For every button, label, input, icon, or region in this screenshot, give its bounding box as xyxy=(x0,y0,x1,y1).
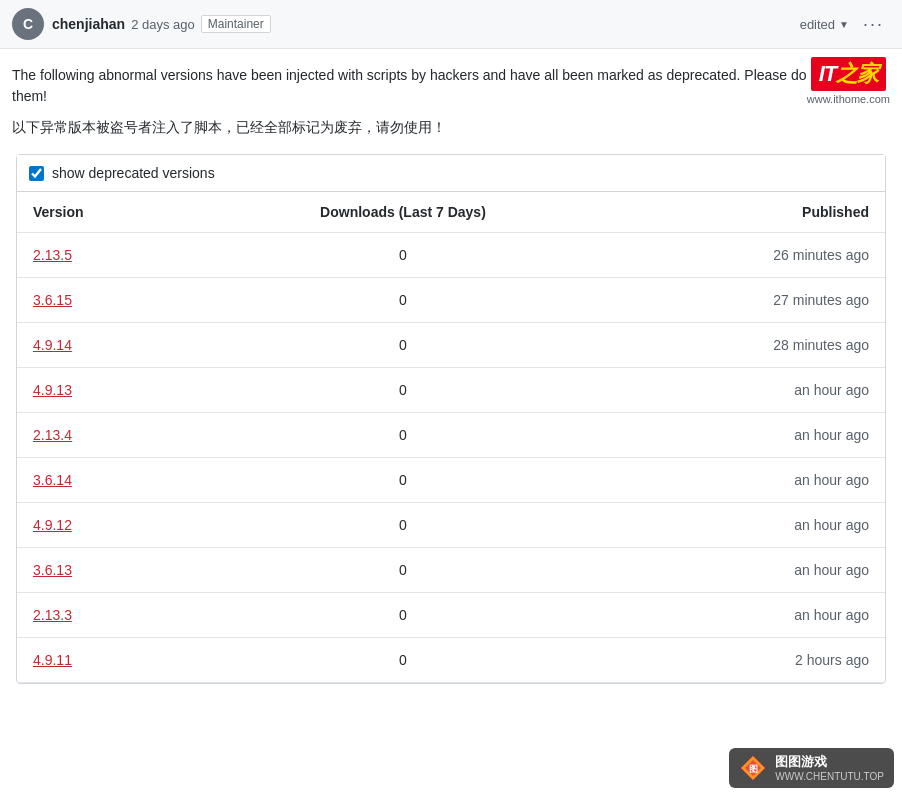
version-cell: 4.9.12 xyxy=(17,503,193,548)
published-cell: 26 minutes ago xyxy=(613,233,885,278)
avatar: C xyxy=(12,8,44,40)
published-cell: 28 minutes ago xyxy=(613,323,885,368)
header-right: edited ▼ ··· xyxy=(800,12,890,37)
downloads-cell: 0 xyxy=(193,323,614,368)
versions-section: show deprecated versions Version Downloa… xyxy=(16,154,886,684)
show-deprecated-checkbox[interactable] xyxy=(29,166,44,181)
downloads-cell: 0 xyxy=(193,368,614,413)
published-cell: 2 hours ago xyxy=(613,638,885,683)
timestamp: 2 days ago xyxy=(131,17,195,32)
downloads-cell: 0 xyxy=(193,233,614,278)
published-cell: an hour ago xyxy=(613,503,885,548)
downloads-cell: 0 xyxy=(193,458,614,503)
version-cell: 2.13.5 xyxy=(17,233,193,278)
table-row: 3.6.14 0an hour ago xyxy=(17,458,885,503)
versions-table: Version Downloads (Last 7 Days) Publishe… xyxy=(17,192,885,683)
version-cell: 4.9.13 xyxy=(17,368,193,413)
downloads-cell: 0 xyxy=(193,278,614,323)
version-cell: 2.13.3 xyxy=(17,593,193,638)
table-row: 2.13.3 0an hour ago xyxy=(17,593,885,638)
header-meta: chenjiahan 2 days ago Maintainer xyxy=(52,15,800,33)
downloads-cell: 0 xyxy=(193,548,614,593)
show-deprecated-label[interactable]: show deprecated versions xyxy=(52,165,215,181)
dropdown-arrow-icon[interactable]: ▼ xyxy=(839,19,849,30)
warning-text-chinese: 以下异常版本被盗号者注入了脚本，已经全部标记为废弃，请勿使用！ xyxy=(12,117,890,138)
downloads-cell: 0 xyxy=(193,593,614,638)
post-body: IT之家 www.ithome.com The following abnorm… xyxy=(0,49,902,700)
col-downloads: Downloads (Last 7 Days) xyxy=(193,192,614,233)
table-row: 2.13.4 0an hour ago xyxy=(17,413,885,458)
show-deprecated-row: show deprecated versions xyxy=(17,155,885,192)
col-version: Version xyxy=(17,192,193,233)
downloads-cell: 0 xyxy=(193,503,614,548)
table-row: 3.6.13 0an hour ago xyxy=(17,548,885,593)
version-cell: 4.9.11 xyxy=(17,638,193,683)
version-link[interactable]: 3.6.14 xyxy=(33,472,72,488)
table-row: 4.9.14 028 minutes ago xyxy=(17,323,885,368)
edited-label: edited ▼ xyxy=(800,17,849,32)
maintainer-badge: Maintainer xyxy=(201,15,271,33)
published-cell: 27 minutes ago xyxy=(613,278,885,323)
downloads-cell: 0 xyxy=(193,413,614,458)
more-options-button[interactable]: ··· xyxy=(857,12,890,37)
watermark-url: www.ithome.com xyxy=(807,93,890,105)
version-link[interactable]: 4.9.13 xyxy=(33,382,72,398)
versions-tbody: 2.13.5026 minutes ago3.6.15027 minutes a… xyxy=(17,233,885,683)
published-cell: an hour ago xyxy=(613,548,885,593)
table-row: 2.13.5 026 minutes ago xyxy=(17,233,885,278)
table-row: 4.9.12 0an hour ago xyxy=(17,503,885,548)
post-header: C chenjiahan 2 days ago Maintainer edite… xyxy=(0,0,902,49)
warning-text-english: The following abnormal versions have bee… xyxy=(12,65,890,107)
published-cell: an hour ago xyxy=(613,413,885,458)
version-link[interactable]: 3.6.15 xyxy=(33,292,72,308)
version-cell: 3.6.13 xyxy=(17,548,193,593)
version-link[interactable]: 3.6.13 xyxy=(33,562,72,578)
version-link[interactable]: 4.9.14 xyxy=(33,337,72,353)
table-header: Version Downloads (Last 7 Days) Publishe… xyxy=(17,192,885,233)
ithome-logo: IT之家 xyxy=(811,57,887,91)
ithome-watermark: IT之家 www.ithome.com xyxy=(807,57,890,105)
version-cell: 3.6.15 xyxy=(17,278,193,323)
col-published: Published xyxy=(613,192,885,233)
version-link[interactable]: 2.13.3 xyxy=(33,607,72,623)
version-cell: 2.13.4 xyxy=(17,413,193,458)
table-row: 4.9.13 0an hour ago xyxy=(17,368,885,413)
version-link[interactable]: 4.9.12 xyxy=(33,517,72,533)
table-row: 3.6.15 027 minutes ago xyxy=(17,278,885,323)
version-cell: 3.6.14 xyxy=(17,458,193,503)
table-row: 4.9.11 02 hours ago xyxy=(17,638,885,683)
published-cell: an hour ago xyxy=(613,458,885,503)
downloads-cell: 0 xyxy=(193,638,614,683)
version-cell: 4.9.14 xyxy=(17,323,193,368)
version-link[interactable]: 2.13.5 xyxy=(33,247,72,263)
published-cell: an hour ago xyxy=(613,593,885,638)
version-link[interactable]: 2.13.4 xyxy=(33,427,72,443)
version-link[interactable]: 4.9.11 xyxy=(33,652,72,668)
username[interactable]: chenjiahan xyxy=(52,16,125,32)
published-cell: an hour ago xyxy=(613,368,885,413)
